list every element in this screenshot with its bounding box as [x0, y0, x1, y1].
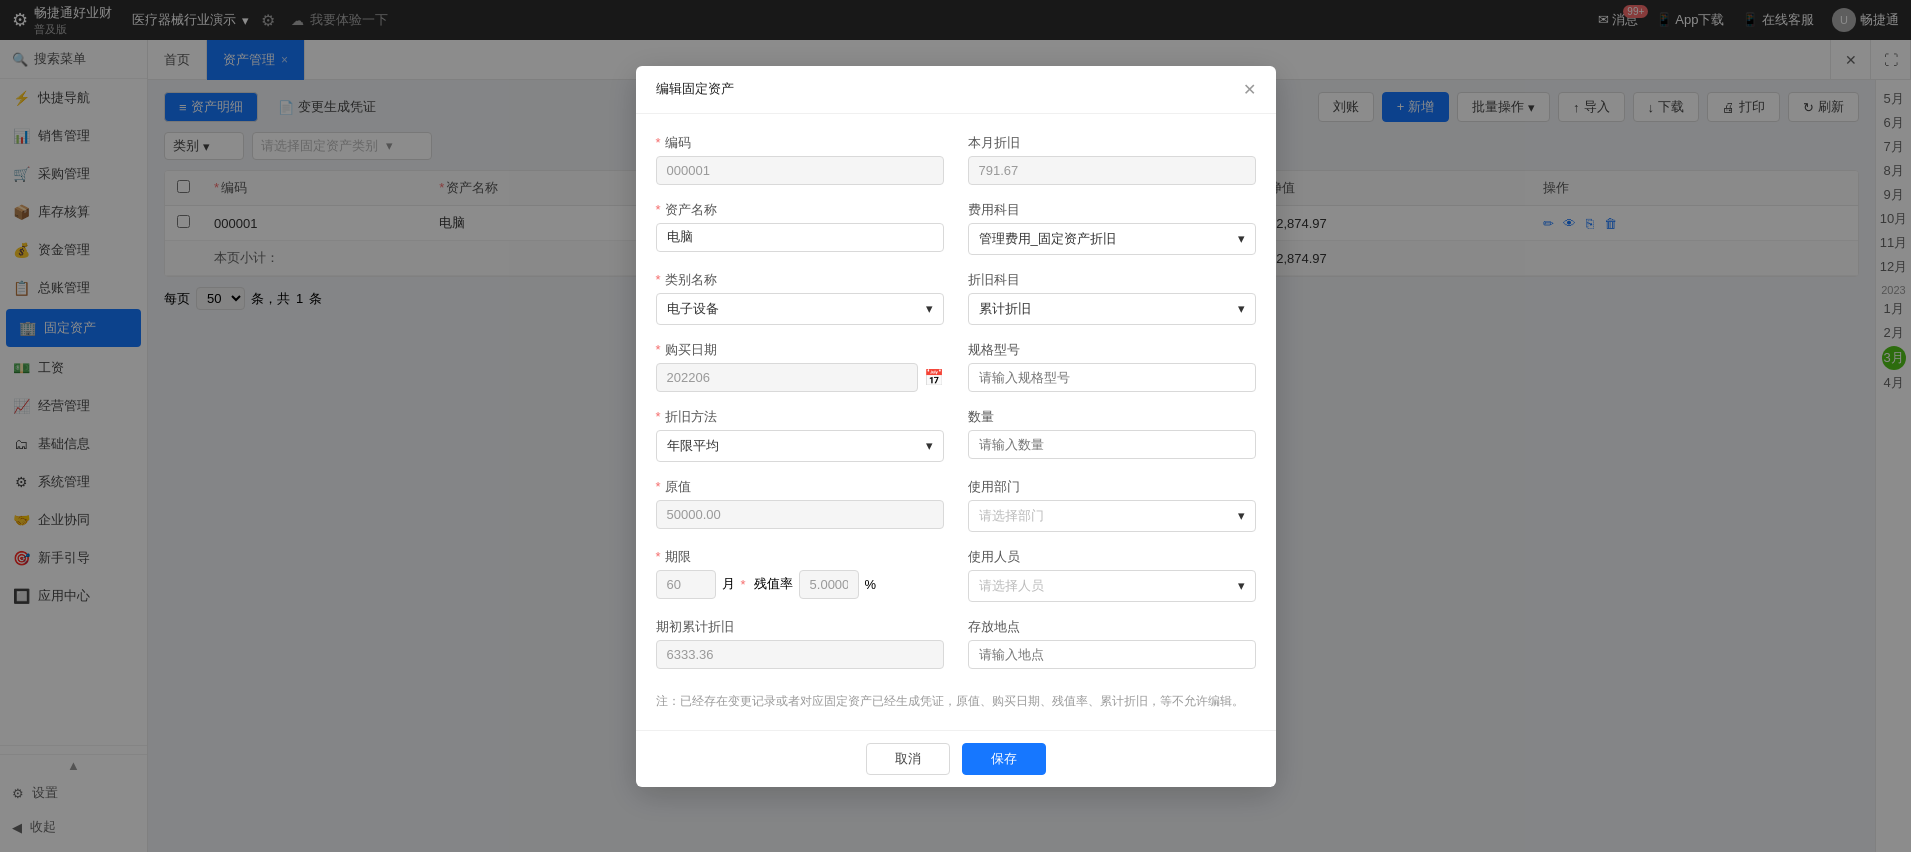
- category-select[interactable]: 电子设备 ▾: [656, 293, 944, 325]
- period-label: * 期限: [656, 548, 944, 566]
- form-item-monthly-dep: 本月折旧: [968, 134, 1256, 185]
- period-accumulated-input: [656, 640, 944, 669]
- dept-label: 使用部门: [968, 478, 1256, 496]
- spec-model-label: 规格型号: [968, 341, 1256, 359]
- original-value-label: * 原值: [656, 478, 944, 496]
- expense-subject-label: 费用科目: [968, 201, 1256, 219]
- asset-name-label: * 资产名称: [656, 201, 944, 219]
- dep-subject-label: 折旧科目: [968, 271, 1256, 289]
- form-item-period: * 期限 月 * 残值率 %: [656, 548, 944, 602]
- code-input[interactable]: [656, 156, 944, 185]
- chevron-icon7: ▾: [1238, 508, 1245, 523]
- form-item-period-accumulated: 期初累计折旧: [656, 618, 944, 669]
- code-label: * 编码: [656, 134, 944, 152]
- form-item-code: * 编码: [656, 134, 944, 185]
- form-item-asset-name: * 资产名称: [656, 201, 944, 255]
- edit-asset-modal: 编辑固定资产 ✕ * 编码 本月折旧: [636, 66, 1276, 787]
- modal-overlay: 编辑固定资产 ✕ * 编码 本月折旧: [0, 0, 1911, 852]
- form-grid: * 编码 本月折旧 * 资产名称: [656, 134, 1256, 710]
- original-value-input[interactable]: [656, 500, 944, 529]
- form-item-purchase-date: * 购买日期 📅: [656, 341, 944, 392]
- quantity-label: 数量: [968, 408, 1256, 426]
- form-item-spec-model: 规格型号: [968, 341, 1256, 392]
- residual-rate-label: 残值率: [754, 575, 793, 593]
- form-item-category: * 类别名称 电子设备 ▾: [656, 271, 944, 325]
- person-select[interactable]: 请选择人员 ▾: [968, 570, 1256, 602]
- form-item-original-value: * 原值: [656, 478, 944, 532]
- modal-footer: 取消 保存: [636, 730, 1276, 787]
- form-item-dep-subject: 折旧科目 累计折旧 ▾: [968, 271, 1256, 325]
- modal-title: 编辑固定资产: [656, 80, 734, 98]
- form-item-expense-subject: 费用科目 管理费用_固定资产折旧 ▾: [968, 201, 1256, 255]
- chevron-icon4: ▾: [926, 301, 933, 316]
- monthly-dep-label: 本月折旧: [968, 134, 1256, 152]
- form-item-dept: 使用部门 请选择部门 ▾: [968, 478, 1256, 532]
- period-input[interactable]: [656, 570, 716, 599]
- spec-model-input[interactable]: [968, 363, 1256, 392]
- form-item-quantity: 数量: [968, 408, 1256, 462]
- form-item-person: 使用人员 请选择人员 ▾: [968, 548, 1256, 602]
- cancel-button[interactable]: 取消: [866, 743, 950, 775]
- period-accumulated-label: 期初累计折旧: [656, 618, 944, 636]
- location-label: 存放地点: [968, 618, 1256, 636]
- dep-subject-select[interactable]: 累计折旧 ▾: [968, 293, 1256, 325]
- form-item-dep-method: * 折旧方法 年限平均 ▾: [656, 408, 944, 462]
- period-unit: 月: [722, 575, 735, 593]
- modal-close-btn[interactable]: ✕: [1243, 80, 1256, 99]
- asset-name-input[interactable]: [656, 223, 944, 252]
- location-input[interactable]: [968, 640, 1256, 669]
- modal-header: 编辑固定资产 ✕: [636, 66, 1276, 114]
- quantity-input[interactable]: [968, 430, 1256, 459]
- purchase-date-label: * 购买日期: [656, 341, 944, 359]
- chevron-icon8: ▾: [1238, 578, 1245, 593]
- purchase-date-row: 📅: [656, 363, 944, 392]
- chevron-icon6: ▾: [926, 438, 933, 453]
- residual-rate-input[interactable]: [799, 570, 859, 599]
- expense-subject-select[interactable]: 管理费用_固定资产折旧 ▾: [968, 223, 1256, 255]
- modal-note: 注：已经存在变更记录或者对应固定资产已经生成凭证，原值、购买日期、残值率、累计折…: [656, 693, 1256, 710]
- dep-method-select[interactable]: 年限平均 ▾: [656, 430, 944, 462]
- dep-method-label: * 折旧方法: [656, 408, 944, 426]
- dept-select[interactable]: 请选择部门 ▾: [968, 500, 1256, 532]
- chevron-icon5: ▾: [1238, 301, 1245, 316]
- form-item-location: 存放地点: [968, 618, 1256, 669]
- calendar-icon[interactable]: 📅: [924, 368, 944, 387]
- purchase-date-input[interactable]: [656, 363, 918, 392]
- chevron-icon3: ▾: [1238, 231, 1245, 246]
- monthly-dep-input: [968, 156, 1256, 185]
- modal-body: * 编码 本月折旧 * 资产名称: [636, 114, 1276, 730]
- category-label: * 类别名称: [656, 271, 944, 289]
- person-label: 使用人员: [968, 548, 1256, 566]
- residual-rate-unit: %: [865, 577, 877, 592]
- period-row: 月 * 残值率 %: [656, 570, 944, 599]
- save-button[interactable]: 保存: [962, 743, 1046, 775]
